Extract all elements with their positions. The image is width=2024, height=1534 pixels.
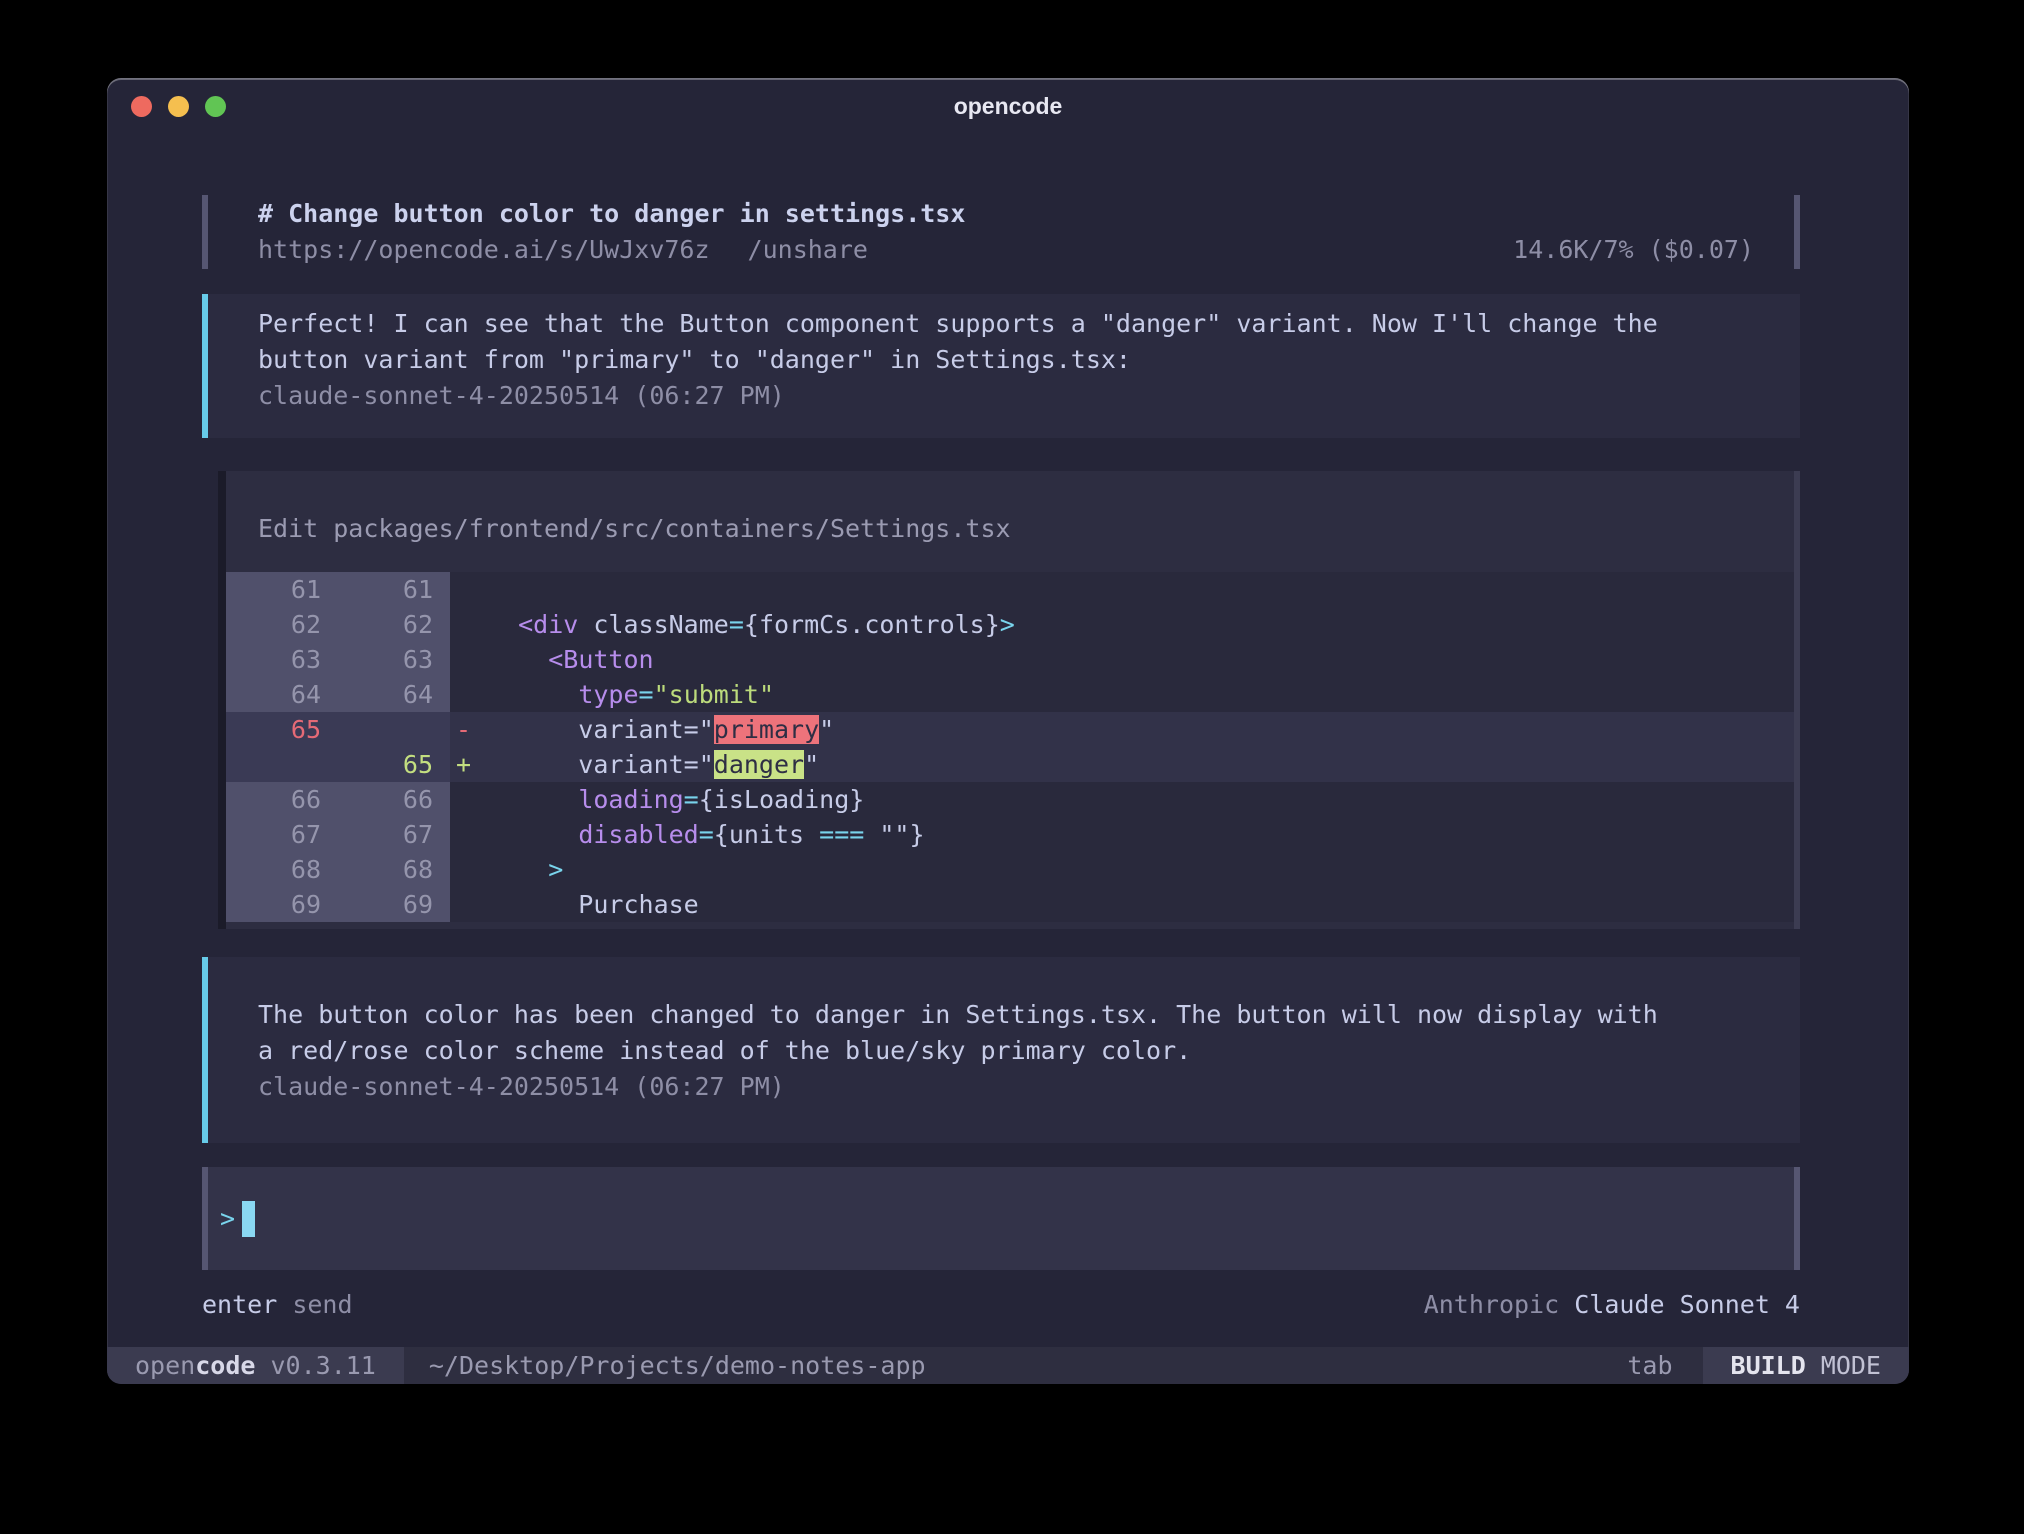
code-line: variant="danger" [488,747,1794,782]
code-line: Purchase [488,887,1794,922]
diff-row: 6161 [226,572,1794,607]
message-line: button variant from "primary" to "danger… [258,342,1760,378]
diff-sign [450,782,488,817]
close-button[interactable] [131,96,152,117]
message-line: Perfect! I can see that the Button compo… [258,306,1760,342]
message-meta: claude-sonnet-4-20250514 (06:27 PM) [258,378,1760,414]
titlebar: opencode [107,78,1909,134]
new-line-number: 62 [338,607,450,642]
new-line-number: 63 [338,642,450,677]
code-line: > [488,852,1794,887]
diff-row: 6262 <div className={formCs.controls}> [226,607,1794,642]
old-line-number: 66 [226,782,338,817]
assistant-message: The button color has been changed to dan… [202,957,1800,1143]
version-number: v0.3.11 [271,1351,376,1380]
diff-row: 6969 Purchase [226,887,1794,922]
session-header: # Change button color to danger in setti… [202,195,1800,269]
new-line-number: 69 [338,887,450,922]
working-directory: ~/Desktop/Projects/demo-notes-app [429,1351,926,1380]
diff-view: 61616262 <div className={formCs.controls… [226,572,1794,922]
diff-row: 65+ variant="danger" [226,747,1794,782]
code-line: <Button [488,642,1794,677]
diff-row: 65 - variant="primary" [226,712,1794,747]
old-line-number: 62 [226,607,338,642]
text-cursor [242,1201,255,1237]
message-meta: claude-sonnet-4-20250514 (06:27 PM) [258,1069,1760,1105]
window-title: opencode [954,93,1063,120]
code-line [488,572,1794,607]
new-line-number: 61 [338,572,450,607]
new-line-number: 66 [338,782,450,817]
old-line-number [226,747,338,782]
old-line-number: 63 [226,642,338,677]
zoom-button[interactable] [205,96,226,117]
diff-row: 6868 > [226,852,1794,887]
edit-tool-card: Edit packages/frontend/src/containers/Se… [218,471,1800,929]
assistant-message: Perfect! I can see that the Button compo… [202,294,1800,438]
chat-content: # Change button color to danger in setti… [107,134,1909,1323]
diff-row: 6767 disabled={units === ""} [226,817,1794,852]
diff-sign [450,852,488,887]
diff-row: 6666 loading={isLoading} [226,782,1794,817]
new-line-number: 68 [338,852,450,887]
app-name-prefix: open [135,1351,195,1380]
old-line-number: 64 [226,677,338,712]
diff-sign [450,887,488,922]
mode-suffix: MODE [1821,1351,1881,1380]
mode-segment[interactable]: BUILD MODE [1703,1347,1909,1384]
diff-row: 6464 type="submit" [226,677,1794,712]
new-line-number: 65 [338,747,450,782]
input-footer: enter send Anthropic Claude Sonnet 4 [202,1287,1800,1323]
share-url[interactable]: https://opencode.ai/s/UwJxv76z [258,235,710,264]
traffic-lights [131,78,226,134]
prompt-symbol: > [220,1204,235,1233]
code-line: disabled={units === ""} [488,817,1794,852]
diff-sign [450,817,488,852]
new-line-number [338,712,450,747]
edit-file-path: Edit packages/frontend/src/containers/Se… [226,471,1794,572]
old-line-number: 67 [226,817,338,852]
provider-label: Anthropic [1424,1290,1559,1319]
prompt-input[interactable]: > [202,1167,1800,1270]
app-version-segment: opencode v0.3.11 [107,1347,404,1384]
old-line-number: 69 [226,887,338,922]
code-line: variant="primary" [488,712,1794,747]
code-line: type="submit" [488,677,1794,712]
diff-sign [450,572,488,607]
send-label: send [292,1290,352,1319]
unshare-command[interactable]: /unshare [748,235,868,264]
diff-row: 6363 <Button [226,642,1794,677]
context-stats: 14.6K/7% ($0.07) [1513,232,1754,268]
diff-sign [450,607,488,642]
session-title: # Change button color to danger in setti… [258,196,1754,232]
diff-sign: + [450,747,488,782]
diff-sign [450,642,488,677]
code-line: loading={isLoading} [488,782,1794,817]
model-label: Claude Sonnet 4 [1574,1290,1800,1319]
status-bar: opencode v0.3.11 ~/Desktop/Projects/demo… [107,1347,1909,1384]
tab-key-hint: tab [1627,1351,1672,1380]
old-line-number: 65 [226,712,338,747]
diff-sign [450,677,488,712]
diff-sign: - [450,712,488,747]
app-name-suffix: code [195,1351,255,1380]
enter-key-hint: enter [202,1290,277,1319]
old-line-number: 61 [226,572,338,607]
opencode-window: opencode # Change button color to danger… [107,78,1909,1384]
minimize-button[interactable] [168,96,189,117]
message-line: a red/rose color scheme instead of the b… [258,1033,1760,1069]
mode-name: BUILD [1731,1351,1806,1380]
code-line: <div className={formCs.controls}> [488,607,1794,642]
new-line-number: 67 [338,817,450,852]
app-version [255,1351,270,1380]
old-line-number: 68 [226,852,338,887]
message-line: The button color has been changed to dan… [258,997,1760,1033]
new-line-number: 64 [338,677,450,712]
